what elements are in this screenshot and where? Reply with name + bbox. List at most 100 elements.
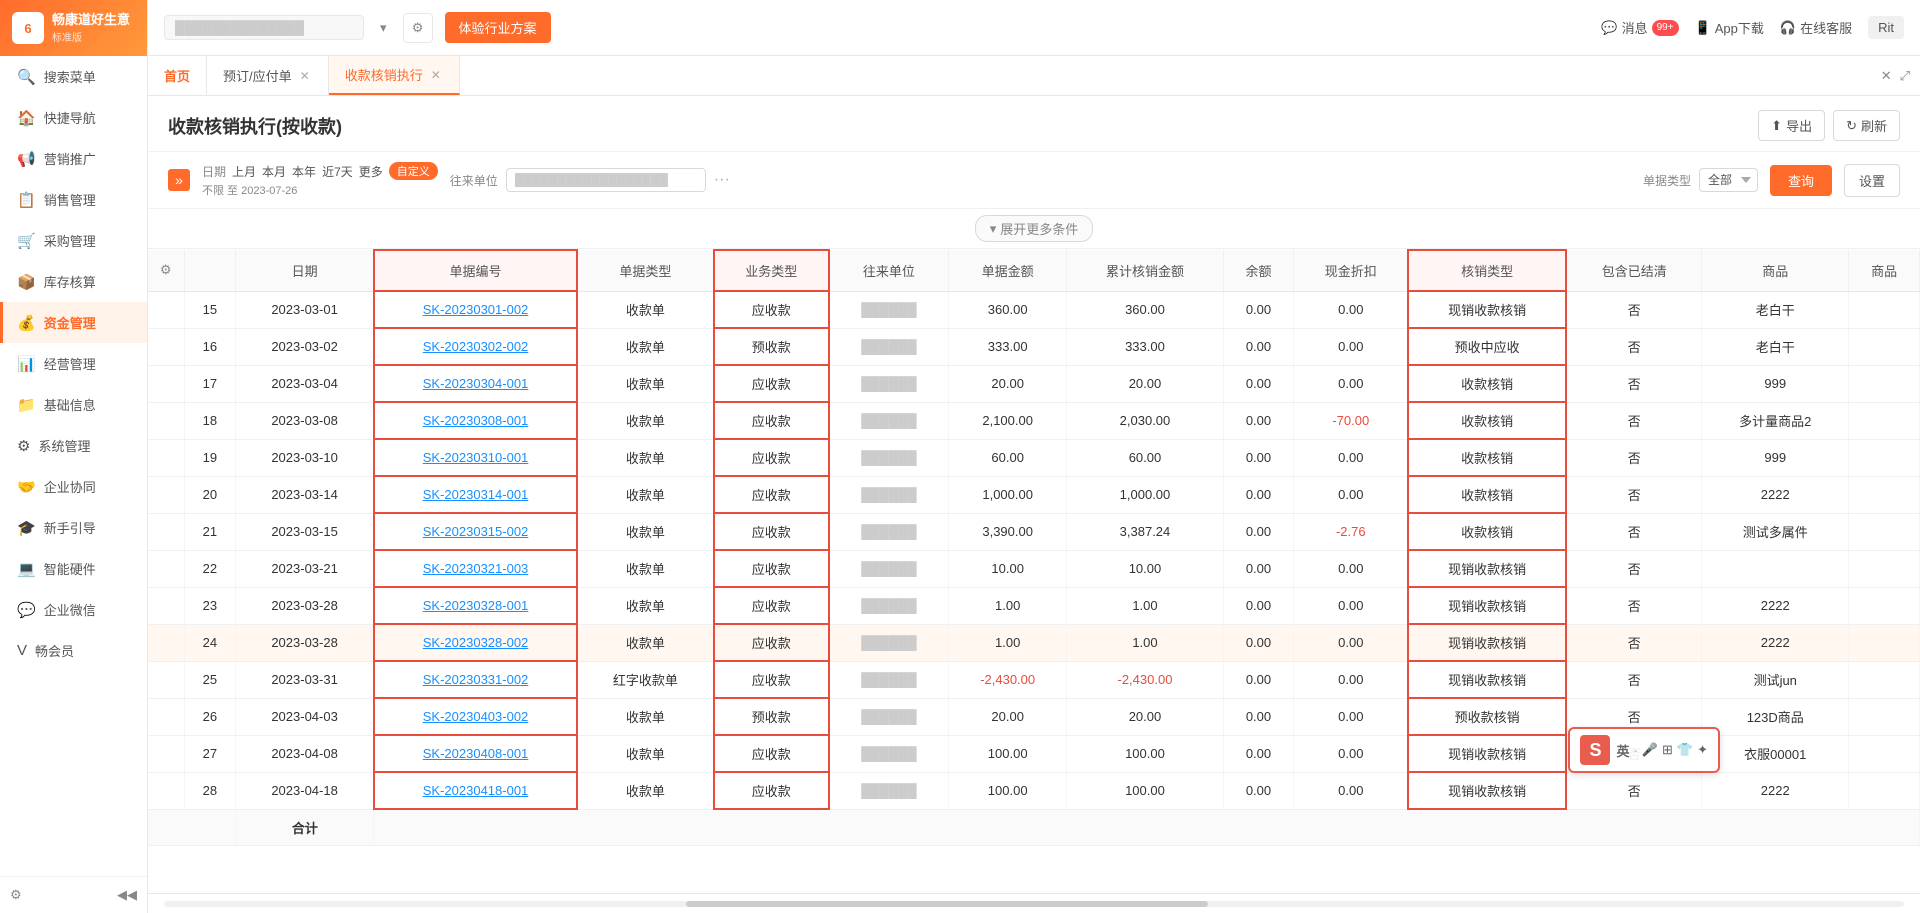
tab-fullscreen-icon[interactable]: ⤢ [1900,68,1910,84]
table-cell: 2,030.00 [1067,402,1223,439]
table-cell: 0.00 [1223,587,1294,624]
table-body: 152023-03-01SK-20230301-002收款单应收款██████3… [148,291,1920,809]
settings-button[interactable]: 设置 [1844,164,1900,197]
table-cell: 否 [1566,587,1702,624]
col-balance: 余额 [1223,250,1294,291]
settings-icon[interactable]: ⚙ [10,887,22,903]
sidebar-item-member[interactable]: V 畅会员 [0,630,147,671]
table-cell: 0.00 [1294,550,1408,587]
table-cell: 应收款 [714,439,829,476]
sidebar-item-finance[interactable]: 💰 资金管理 [0,302,147,343]
table-cell: 否 [1566,402,1702,439]
table-cell [1849,328,1920,365]
sidebar-item-label: 经营管理 [44,354,96,373]
sidebar-item-hardware[interactable]: 💻 智能硬件 [0,548,147,589]
table-cell[interactable]: SK-20230308-001 [374,402,577,439]
table-cell[interactable]: SK-20230314-001 [374,476,577,513]
refresh-button[interactable]: ↻ 刷新 [1833,110,1900,141]
scroll-track[interactable] [164,901,1904,907]
filter-partner-input[interactable] [506,168,706,192]
table-cell: 24 [184,624,236,661]
table-cell[interactable]: SK-20230328-001 [374,587,577,624]
table-cell: 老白干 [1702,328,1849,365]
table-cell: 1.00 [1067,624,1223,661]
table-cell: 2,100.00 [949,402,1067,439]
tab-close-receipt[interactable]: ✕ [429,66,443,84]
refresh-icon: ↻ [1846,118,1857,134]
table-cell[interactable]: SK-20230302-002 [374,328,577,365]
sidebar-item-label: 智能硬件 [44,559,96,578]
table-cell: 0.00 [1223,772,1294,809]
tab-receipt-exec[interactable]: 收款核销执行 ✕ [329,56,460,95]
tab-home[interactable]: 首页 [148,56,207,95]
table-cell: 2023-03-28 [236,587,374,624]
table-cell [1849,587,1920,624]
col-settings[interactable]: ⚙ [148,250,184,291]
chart-icon: 📊 [17,355,36,373]
table-cell[interactable]: SK-20230321-003 [374,550,577,587]
table-cell [1849,772,1920,809]
tab-close-all-icon[interactable]: ✕ [1881,68,1892,84]
sidebar-item-sales[interactable]: 📋 销售管理 [0,179,147,220]
tab-close-payable[interactable]: ✕ [298,67,312,85]
sidebar-item-inventory[interactable]: 📦 库存核算 [0,261,147,302]
table-cell: 收款核销 [1408,402,1566,439]
sidebar-item-operation[interactable]: 📊 经营管理 [0,343,147,384]
chevron-down-icon: ▾ [990,221,997,237]
table-cell[interactable]: SK-20230328-002 [374,624,577,661]
table-cell[interactable]: SK-20230315-002 [374,513,577,550]
table-cell[interactable]: SK-20230403-002 [374,698,577,735]
table-cell: ██████ [829,291,949,328]
sidebar-item-guide[interactable]: 🎓 新手引导 [0,507,147,548]
table-row: 152023-03-01SK-20230301-002收款单应收款██████3… [148,291,1920,328]
app-download-action[interactable]: 📱 App下载 [1695,18,1764,37]
table-cell: -70.00 [1294,402,1408,439]
expand-more-button[interactable]: ▾ 展开更多条件 [975,215,1094,242]
sidebar-item-system[interactable]: ⚙ 系统管理 [0,425,147,466]
filter-date-thismonth[interactable]: 本月 [262,163,286,180]
sidebar-item-quicknav[interactable]: 🏠 快捷导航 [0,97,147,138]
filter-doc-type-select[interactable]: 全部 [1699,168,1758,192]
table-cell: 2023-04-03 [236,698,374,735]
sidebar-item-label: 新手引导 [44,518,96,537]
scroll-thumb[interactable] [686,901,1208,907]
table-cell [1849,365,1920,402]
table-cell[interactable]: SK-20230418-001 [374,772,577,809]
sidebar-item-search[interactable]: 🔍 搜索菜单 [0,56,147,97]
table-cell: 2023-03-28 [236,624,374,661]
table-cell: 1,000.00 [1067,476,1223,513]
solution-button[interactable]: 体验行业方案 [445,12,551,43]
sidebar-item-marketing[interactable]: 📢 营销推广 [0,138,147,179]
sidebar-item-corp[interactable]: 🤝 企业协同 [0,466,147,507]
table-cell: 多计量商品2 [1702,402,1849,439]
table-cell: ██████ [829,328,949,365]
table-cell[interactable]: SK-20230304-001 [374,365,577,402]
message-action[interactable]: 💬 消息 99+ [1601,18,1678,37]
horizontal-scrollbar[interactable] [148,893,1920,913]
tab-payable[interactable]: 预订/应付单 ✕ [207,56,329,95]
table-cell: 2222 [1702,772,1849,809]
filter-more-icon[interactable]: ··· [714,171,730,189]
filter-date-7days[interactable]: 近7天 [322,163,353,180]
support-action[interactable]: 🎧 在线客服 [1780,18,1852,37]
collapse-icon[interactable]: ◀◀ [117,887,137,903]
export-button[interactable]: ⬆ 导出 [1758,110,1825,141]
table-cell[interactable]: SK-20230310-001 [374,439,577,476]
sidebar-item-purchase[interactable]: 🛒 采购管理 [0,220,147,261]
table-cell: 360.00 [949,291,1067,328]
filter-date-thisyear[interactable]: 本年 [292,163,316,180]
user-avatar[interactable]: Rit [1868,16,1904,39]
table-cell[interactable]: SK-20230331-002 [374,661,577,698]
table-cell [148,550,184,587]
filter-toggle-button[interactable]: » [168,169,190,191]
filter-date-lastmonth[interactable]: 上月 [232,163,256,180]
settings-button[interactable]: ⚙ [403,13,433,43]
filter-date-more[interactable]: 更多 [359,163,383,180]
table-cell: 收款单 [577,624,714,661]
table-cell[interactable]: SK-20230408-001 [374,735,577,772]
sidebar-item-wechat[interactable]: 💬 企业微信 [0,589,147,630]
sidebar-item-basic[interactable]: 📁 基础信息 [0,384,147,425]
table-cell[interactable]: SK-20230301-002 [374,291,577,328]
query-button[interactable]: 查询 [1770,165,1832,196]
filter-date-custom[interactable]: 自定义 [389,162,438,180]
